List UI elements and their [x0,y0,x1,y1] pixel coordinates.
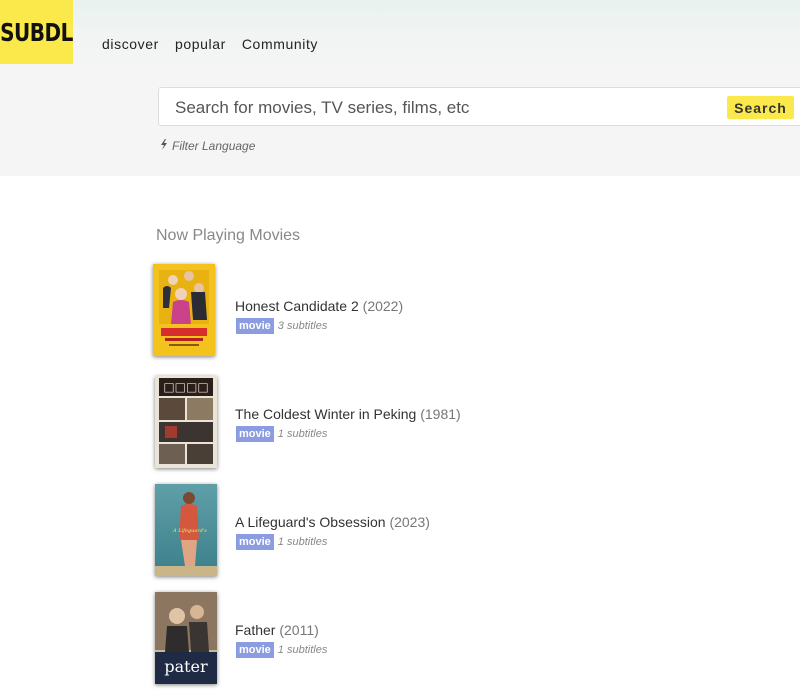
movie-year: (2022) [362,298,404,314]
type-badge: movie [236,318,274,334]
nav-popular[interactable]: popular [175,36,226,52]
movie-poster[interactable] [153,264,215,356]
movie-title[interactable]: A Lifeguard's Obsession (2023) [235,514,430,530]
type-badge: movie [236,534,274,550]
type-badge: movie [236,642,274,658]
movie-meta: movie 1 subtitles [236,426,327,442]
movie-title[interactable]: Father (2011) [235,622,319,638]
movie-poster[interactable]: pater [155,592,217,684]
type-badge: movie [236,426,274,442]
search-box [158,87,800,127]
bolt-icon [160,139,168,153]
svg-text:□□□□: □□□□ [163,380,208,394]
movie-title[interactable]: Honest Candidate 2 (2022) [235,298,403,314]
movie-meta: movie 3 subtitles [236,318,327,334]
search-input[interactable] [173,88,717,127]
list-item: Honest Candidate 2 (2022) movie 3 subtit… [153,264,653,360]
movie-meta: movie 1 subtitles [236,642,327,658]
section-title: Now Playing Movies [156,227,301,244]
subtitle-count: 3 subtitles [277,320,328,332]
list-item: pater Father (2011) movie 1 subtitles [153,592,653,688]
movie-poster[interactable]: A Lifeguard's [155,484,217,576]
movie-title-text: Honest Candidate 2 [235,298,359,314]
subtitle-count: 1 subtitles [277,428,328,440]
subtitle-count: 1 subtitles [277,536,328,548]
movie-year: (1981) [420,406,461,422]
svg-text:pater: pater [164,657,208,676]
movie-year: (2023) [389,514,430,530]
filter-language-link[interactable]: Filter Language [160,139,255,153]
list-item: A Lifeguard's A Lifeguard's Obsession (2… [153,484,653,580]
movie-poster[interactable]: □□□□ [155,376,217,468]
svg-text:A Lifeguard's: A Lifeguard's [172,528,207,534]
search-button[interactable]: Search [727,96,794,119]
movie-title-text: Father [235,622,276,638]
subdl-logo[interactable]: SUBDL [0,0,73,64]
movie-year: (2011) [279,622,319,638]
list-item: □□□□ The Coldest Winter in Peking (1981)… [153,376,653,472]
movie-title-text: A Lifeguard's Obsession [235,514,386,530]
movie-title-text: The Coldest Winter in Peking [235,406,417,422]
movie-title[interactable]: The Coldest Winter in Peking (1981) [235,406,461,422]
subtitle-count: 1 subtitles [277,644,328,656]
movie-meta: movie 1 subtitles [236,534,327,550]
main-nav: discover popular Community [102,36,318,52]
nav-discover[interactable]: discover [102,36,159,52]
header: SUBDL discover popular Community Search … [0,0,800,176]
nav-community[interactable]: Community [242,36,318,52]
filter-language-label: Filter Language [172,139,256,153]
